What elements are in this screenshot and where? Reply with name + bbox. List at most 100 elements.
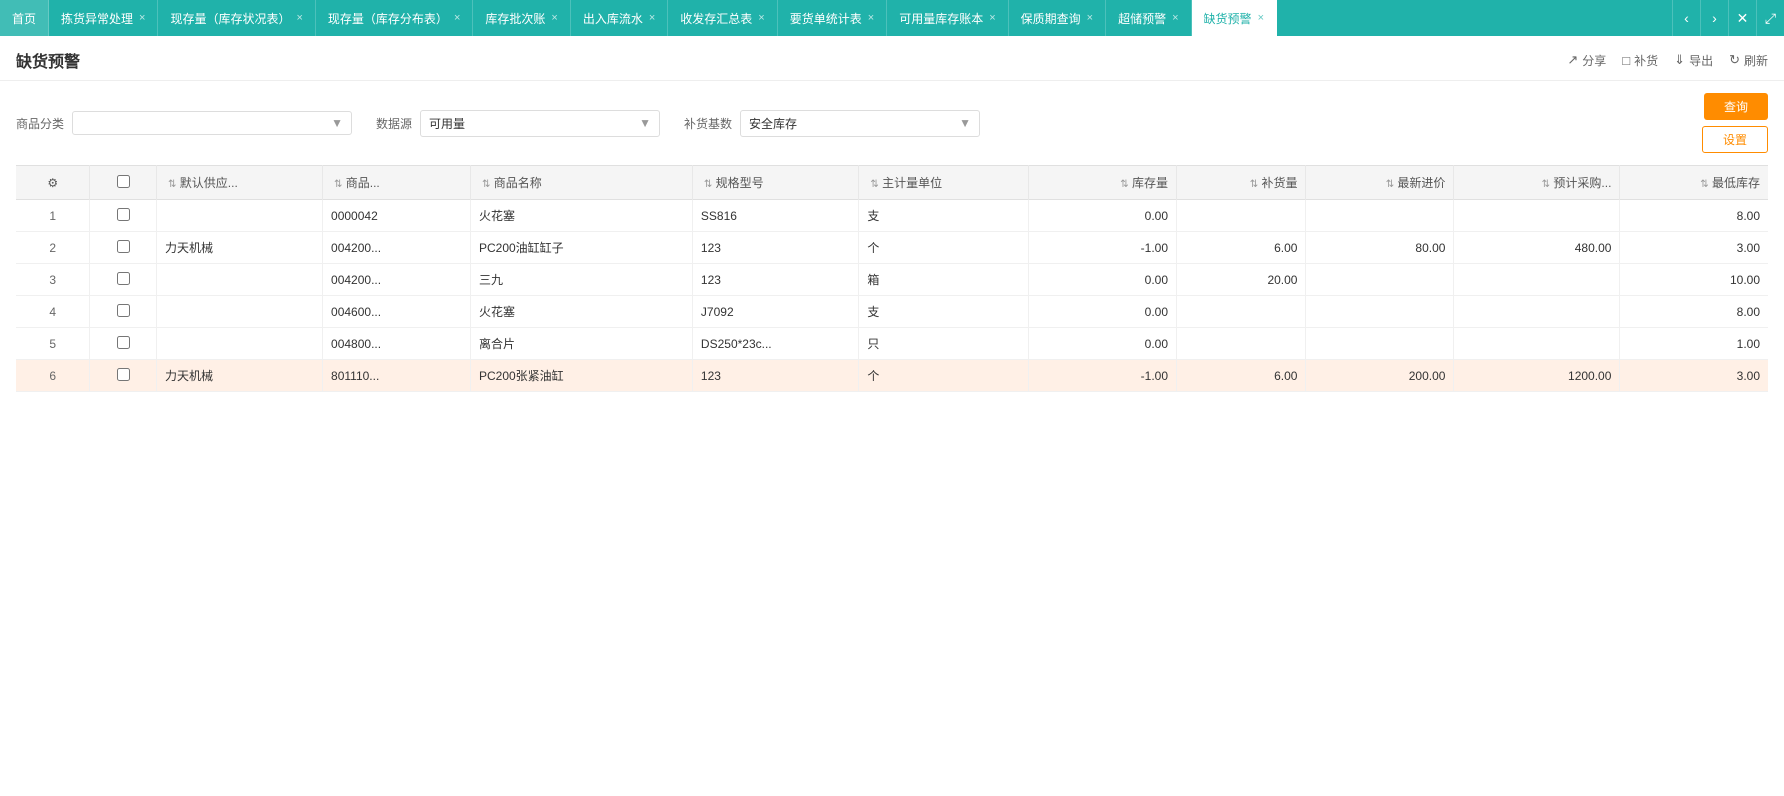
table-row: 5 004800... 离合片 DS250*23c... 只 0.00 1.00 bbox=[16, 328, 1768, 360]
col-replenish-header[interactable]: ⇅ 补货量 bbox=[1177, 166, 1306, 200]
tab-close-shortage[interactable]: × bbox=[1258, 12, 1264, 24]
cell-unit: 个 bbox=[859, 232, 1029, 264]
cell-checkbox[interactable] bbox=[90, 232, 157, 264]
tab-stock-status[interactable]: 现存量（库存状况表） × bbox=[158, 0, 315, 36]
tab-summary[interactable]: 收发存汇总表 × bbox=[668, 0, 777, 36]
table-header-row: ⚙ ⇅ 默认供应... ⇅ 商品... ⇅ 商品名称 bbox=[16, 166, 1768, 200]
row-checkbox[interactable] bbox=[117, 336, 130, 349]
cell-checkbox[interactable] bbox=[90, 200, 157, 232]
sort-icon-unit: ⇅ bbox=[870, 179, 878, 190]
cell-unit: 支 bbox=[859, 200, 1029, 232]
col-select-all[interactable] bbox=[90, 166, 157, 200]
cell-spec: DS250*23c... bbox=[692, 328, 858, 360]
tab-close-available[interactable]: × bbox=[989, 12, 995, 24]
tab-close-stock-dist[interactable]: × bbox=[454, 12, 460, 24]
row-checkbox[interactable] bbox=[117, 208, 130, 221]
cell-price bbox=[1306, 328, 1454, 360]
tab-prev-button[interactable]: ‹ bbox=[1672, 0, 1700, 36]
sort-icon-stock: ⇅ bbox=[1120, 179, 1128, 190]
gear-icon: ⚙ bbox=[47, 176, 58, 190]
cell-replenish: 6.00 bbox=[1177, 360, 1306, 392]
tab-expiry[interactable]: 保质期查询 × bbox=[1009, 0, 1106, 36]
tab-close-expiry[interactable]: × bbox=[1087, 12, 1093, 24]
sort-icon-name: ⇅ bbox=[482, 179, 490, 190]
sort-icon-replenish: ⇅ bbox=[1250, 179, 1258, 190]
datasource-select[interactable]: 可用量 ▼ bbox=[420, 110, 660, 137]
row-checkbox[interactable] bbox=[117, 272, 130, 285]
col-unit-header[interactable]: ⇅ 主计量单位 bbox=[859, 166, 1029, 200]
setting-button[interactable]: 设置 bbox=[1702, 126, 1768, 153]
col-spec-header[interactable]: ⇅ 规格型号 bbox=[692, 166, 858, 200]
tab-next-button[interactable]: › bbox=[1700, 0, 1728, 36]
tab-picking[interactable]: 拣货异常处理 × bbox=[49, 0, 158, 36]
tab-stock-dist[interactable]: 现存量（库存分布表） × bbox=[316, 0, 473, 36]
tab-close-requisition[interactable]: × bbox=[868, 12, 874, 24]
tab-close-batch[interactable]: × bbox=[551, 12, 557, 24]
tab-inout[interactable]: 出入库流水 × bbox=[571, 0, 668, 36]
tab-requisition[interactable]: 要货单统计表 × bbox=[778, 0, 887, 36]
tab-home[interactable]: 首页 bbox=[0, 0, 49, 36]
tab-available[interactable]: 可用量库存账本 × bbox=[887, 0, 1008, 36]
cell-price bbox=[1306, 296, 1454, 328]
cell-min-stock: 8.00 bbox=[1620, 200, 1768, 232]
cell-spec: 123 bbox=[692, 360, 858, 392]
cell-code: 801110... bbox=[323, 360, 471, 392]
cell-replenish: 6.00 bbox=[1177, 232, 1306, 264]
refresh-button[interactable]: ↻ 刷新 bbox=[1729, 52, 1768, 69]
query-button[interactable]: 查询 bbox=[1704, 93, 1768, 120]
tab-close-summary[interactable]: × bbox=[758, 12, 764, 24]
tab-close-inout[interactable]: × bbox=[649, 12, 655, 24]
cell-estimate bbox=[1454, 328, 1620, 360]
col-min-stock-header[interactable]: ⇅ 最低库存 bbox=[1620, 166, 1768, 200]
col-code-header[interactable]: ⇅ 商品... bbox=[323, 166, 471, 200]
tab-close-picking[interactable]: × bbox=[139, 12, 145, 24]
cell-code: 004200... bbox=[323, 232, 471, 264]
col-price-header[interactable]: ⇅ 最新进价 bbox=[1306, 166, 1454, 200]
export-button[interactable]: ⇓ 导出 bbox=[1674, 52, 1713, 69]
cell-price bbox=[1306, 264, 1454, 296]
table-row: 3 004200... 三九 123 箱 0.00 20.00 10.00 bbox=[16, 264, 1768, 296]
row-checkbox[interactable] bbox=[117, 304, 130, 317]
share-button[interactable]: ↗ 分享 bbox=[1567, 52, 1606, 69]
cell-name: 离合片 bbox=[470, 328, 692, 360]
category-select[interactable]: ▼ bbox=[72, 111, 352, 135]
tab-shortage[interactable]: 缺货预警 × bbox=[1192, 0, 1277, 36]
datasource-label: 数据源 bbox=[376, 115, 412, 132]
cell-name: 火花塞 bbox=[470, 296, 692, 328]
col-stock-header[interactable]: ⇅ 库存量 bbox=[1029, 166, 1177, 200]
tab-expand-button[interactable]: ⤢ bbox=[1756, 0, 1784, 36]
cell-stock: -1.00 bbox=[1029, 232, 1177, 264]
tab-close-stock-status[interactable]: × bbox=[296, 12, 302, 24]
cell-name: 火花塞 bbox=[470, 200, 692, 232]
col-supplier-header[interactable]: ⇅ 默认供应... bbox=[157, 166, 323, 200]
filter-action-buttons: 查询 设置 bbox=[1702, 93, 1768, 153]
replenish-button[interactable]: □ 补货 bbox=[1622, 52, 1658, 69]
sort-icon-price: ⇅ bbox=[1386, 179, 1394, 190]
cell-index: 2 bbox=[16, 232, 90, 264]
cell-replenish bbox=[1177, 200, 1306, 232]
tab-close-overstock[interactable]: × bbox=[1172, 12, 1178, 24]
tab-close-all-button[interactable]: ✕ bbox=[1728, 0, 1756, 36]
cell-replenish: 20.00 bbox=[1177, 264, 1306, 296]
col-estimate-header[interactable]: ⇅ 预计采购... bbox=[1454, 166, 1620, 200]
cell-spec: 123 bbox=[692, 232, 858, 264]
cell-estimate bbox=[1454, 296, 1620, 328]
replenish-base-select[interactable]: 安全库存 ▼ bbox=[740, 110, 980, 137]
cell-checkbox[interactable] bbox=[90, 296, 157, 328]
tab-batch[interactable]: 库存批次账 × bbox=[473, 0, 570, 36]
cell-index: 6 bbox=[16, 360, 90, 392]
cell-checkbox[interactable] bbox=[90, 328, 157, 360]
col-name-header[interactable]: ⇅ 商品名称 bbox=[470, 166, 692, 200]
row-checkbox[interactable] bbox=[117, 368, 130, 381]
datasource-select-value: 可用量 bbox=[429, 115, 631, 132]
cell-unit: 只 bbox=[859, 328, 1029, 360]
cell-min-stock: 3.00 bbox=[1620, 360, 1768, 392]
col-settings[interactable]: ⚙ bbox=[16, 166, 90, 200]
row-checkbox[interactable] bbox=[117, 240, 130, 253]
cell-checkbox[interactable] bbox=[90, 264, 157, 296]
tab-overstock[interactable]: 超储预警 × bbox=[1106, 0, 1191, 36]
tab-bar: 首页 拣货异常处理 × 现存量（库存状况表） × 现存量（库存分布表） × 库存… bbox=[0, 0, 1784, 36]
cell-checkbox[interactable] bbox=[90, 360, 157, 392]
select-all-checkbox[interactable] bbox=[117, 175, 130, 188]
cell-code: 004600... bbox=[323, 296, 471, 328]
